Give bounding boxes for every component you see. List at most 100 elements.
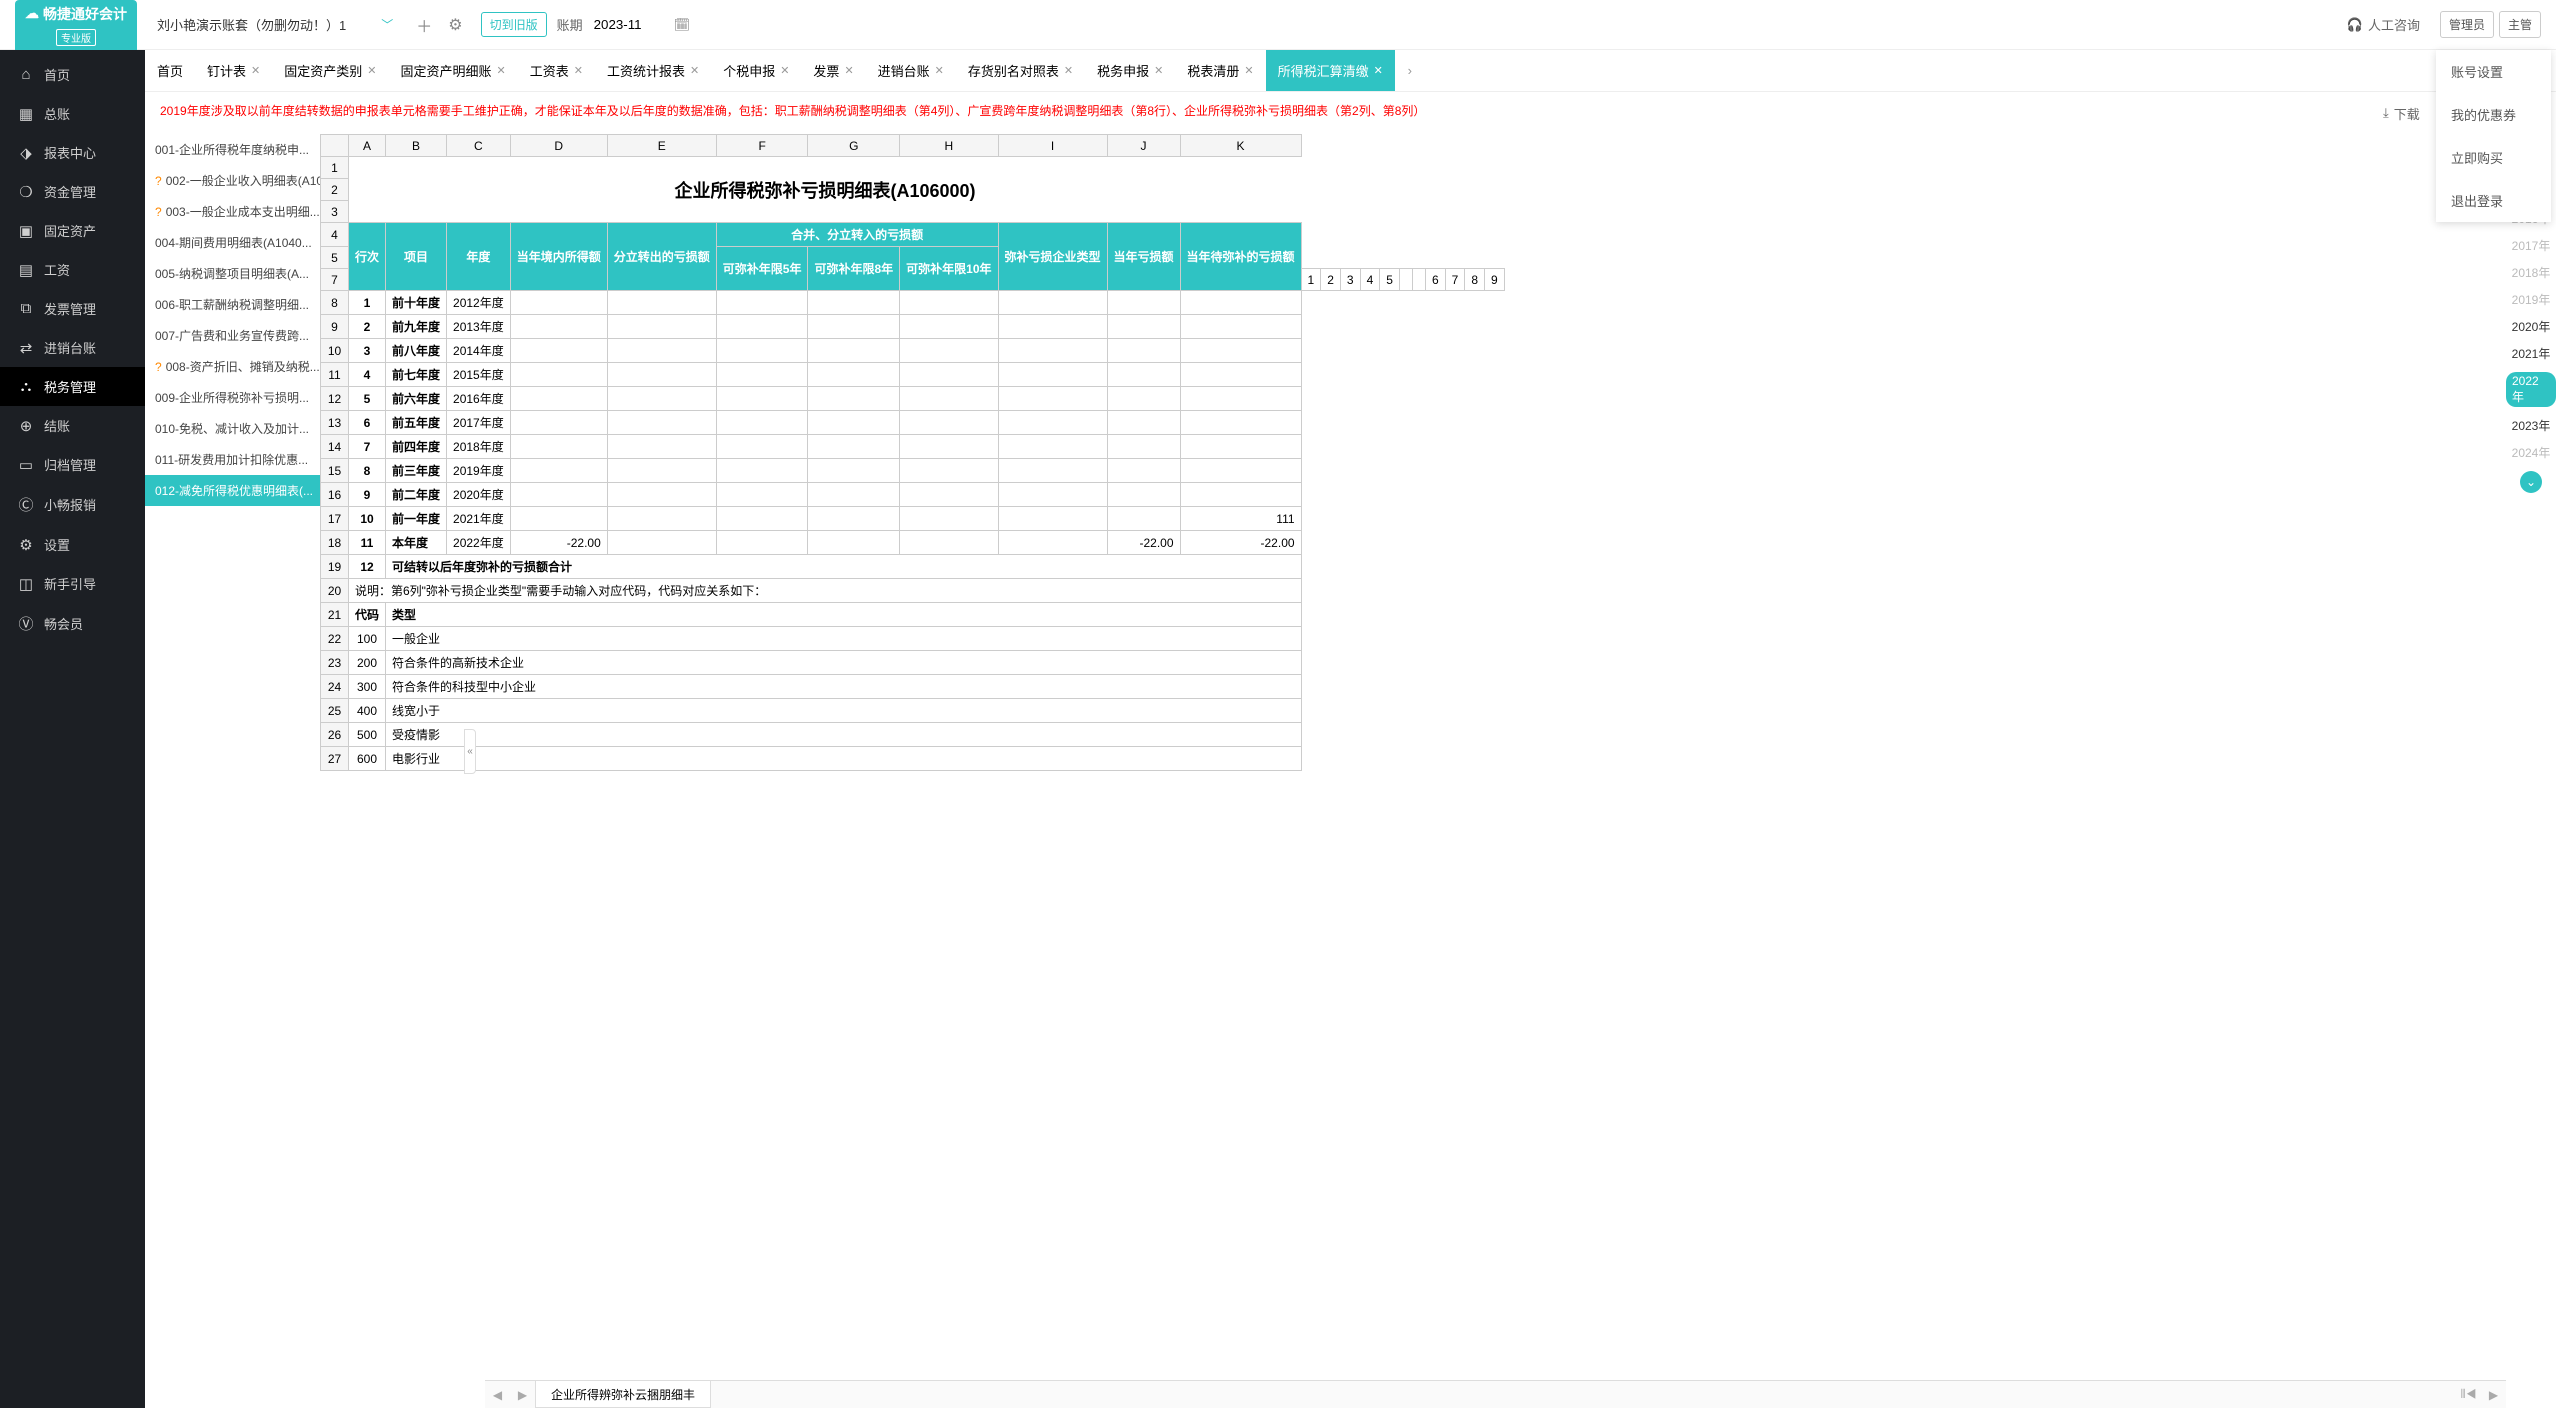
cell[interactable] [1180, 435, 1301, 459]
cell[interactable] [998, 483, 1107, 507]
cell[interactable]: 分立转出的亏损额 [607, 223, 716, 291]
cell[interactable] [900, 291, 998, 315]
cell[interactable]: 20 [321, 579, 349, 603]
cell[interactable] [1107, 387, 1180, 411]
form-list-item[interactable]: 004-期间费用明细表(A1040... [145, 227, 320, 258]
close-icon[interactable]: ✕ [497, 64, 506, 77]
cell[interactable]: 11 [321, 363, 349, 387]
cell[interactable]: 22 [321, 627, 349, 651]
cell[interactable] [808, 387, 900, 411]
close-icon[interactable]: ✕ [1064, 64, 1073, 77]
cell[interactable] [1180, 363, 1301, 387]
cell[interactable]: 前六年度 [386, 387, 447, 411]
close-icon[interactable]: ✕ [1244, 64, 1253, 77]
cell[interactable] [808, 363, 900, 387]
cell[interactable] [716, 339, 808, 363]
cell[interactable] [808, 315, 900, 339]
cell[interactable]: 3 [349, 339, 386, 363]
cell[interactable]: 111 [1180, 507, 1301, 531]
cell[interactable]: 本年度 [386, 531, 447, 555]
cell[interactable]: 年度 [447, 223, 511, 291]
cell[interactable]: 24 [321, 675, 349, 699]
sidebar-item[interactable]: ⬗报表中心 [0, 133, 145, 172]
cell[interactable]: 10 [349, 507, 386, 531]
close-icon[interactable]: ✕ [367, 64, 376, 77]
cell[interactable]: 7 [321, 269, 349, 291]
calendar-icon[interactable]: 🗓 [674, 17, 691, 33]
cell[interactable]: 可弥补年限5年 [716, 247, 808, 291]
cell[interactable] [1180, 387, 1301, 411]
cell[interactable] [607, 531, 716, 555]
cell[interactable]: 9 [321, 315, 349, 339]
form-list-item[interactable]: ?002-一般企业收入明细表(A10... [145, 165, 320, 196]
cell[interactable] [998, 435, 1107, 459]
cell[interactable]: 2022年度 [447, 531, 511, 555]
cell[interactable] [1107, 507, 1180, 531]
cell[interactable]: 2012年度 [447, 291, 511, 315]
cell[interactable]: J [1107, 135, 1180, 157]
account-selector[interactable]: 刘小艳演示账套（勿删勿动！）1 [157, 15, 346, 34]
cell[interactable]: 线宽小于 [386, 699, 1302, 723]
sidebar-item[interactable]: ⚙设置 [0, 525, 145, 564]
cell[interactable] [900, 315, 998, 339]
close-icon[interactable]: ✕ [690, 64, 699, 77]
cell[interactable] [1180, 411, 1301, 435]
cell[interactable]: 200 [349, 651, 386, 675]
cell[interactable] [510, 459, 607, 483]
form-list-item[interactable]: 007-广告费和业务宣传费跨... [145, 320, 320, 351]
cell[interactable] [900, 363, 998, 387]
cell[interactable] [900, 531, 998, 555]
cell[interactable] [1180, 459, 1301, 483]
cell[interactable]: 符合条件的科技型中小企业 [386, 675, 1302, 699]
user-menu-item[interactable]: 立即购买 [2436, 136, 2551, 179]
cell[interactable]: 1 [349, 291, 386, 315]
cell[interactable] [1107, 315, 1180, 339]
user-menu-item[interactable]: 我的优惠券 [2436, 93, 2551, 136]
cell[interactable]: 23 [321, 651, 349, 675]
cell[interactable] [998, 363, 1107, 387]
sidebar-item[interactable]: ◫新手引导 [0, 564, 145, 603]
sidebar-item[interactable]: ▤工资 [0, 250, 145, 289]
sheet-tab-next[interactable]: ▶ [510, 1388, 535, 1402]
form-list-item[interactable]: 009-企业所得税弥补亏损明... [145, 382, 320, 413]
form-list-item[interactable]: ?008-资产折旧、摊销及纳税... [145, 351, 320, 382]
form-list-item[interactable]: 011-研发费用加计扣除优惠... [145, 444, 320, 475]
cell[interactable] [716, 411, 808, 435]
cell[interactable] [900, 387, 998, 411]
cell[interactable]: 前七年度 [386, 363, 447, 387]
cell[interactable] [716, 507, 808, 531]
cell[interactable]: 27 [321, 747, 349, 771]
form-list-item[interactable]: 012-减免所得税优惠明细表(... [145, 475, 320, 506]
cell[interactable] [510, 339, 607, 363]
cell[interactable]: -22.00 [1107, 531, 1180, 555]
sidebar-item[interactable]: ⇄进销台账 [0, 328, 145, 367]
cell[interactable]: 16 [321, 483, 349, 507]
cell[interactable]: H [900, 135, 998, 157]
cell[interactable]: B [386, 135, 447, 157]
tab[interactable]: 钉计表✕ [195, 50, 272, 91]
cell[interactable] [716, 315, 808, 339]
cell[interactable]: 2013年度 [447, 315, 511, 339]
cell[interactable] [321, 135, 349, 157]
cell[interactable]: K [1180, 135, 1301, 157]
cell[interactable]: G [808, 135, 900, 157]
download-button[interactable]: ⤓下载 [2383, 104, 2420, 123]
sidebar-item[interactable]: ▣固定资产 [0, 211, 145, 250]
cell[interactable]: 4 [1360, 269, 1380, 291]
cell[interactable] [716, 483, 808, 507]
cell[interactable] [1399, 269, 1412, 291]
close-icon[interactable]: ✕ [251, 64, 260, 77]
cell[interactable]: 13 [321, 411, 349, 435]
cell[interactable]: 9 [349, 483, 386, 507]
cell[interactable]: 当年亏损额 [1107, 223, 1180, 291]
sidebar-item[interactable]: ⊕结账 [0, 406, 145, 445]
cell[interactable]: 8 [349, 459, 386, 483]
form-list-item[interactable]: 005-纳税调整项目明细表(A... [145, 258, 320, 289]
cell[interactable]: 12 [349, 555, 386, 579]
cell[interactable] [510, 483, 607, 507]
cell[interactable]: 17 [321, 507, 349, 531]
cell[interactable]: 2014年度 [447, 339, 511, 363]
year-item[interactable]: 2021年 [2512, 345, 2551, 362]
cell[interactable]: 符合条件的高新技术企业 [386, 651, 1302, 675]
cell[interactable]: 2021年度 [447, 507, 511, 531]
